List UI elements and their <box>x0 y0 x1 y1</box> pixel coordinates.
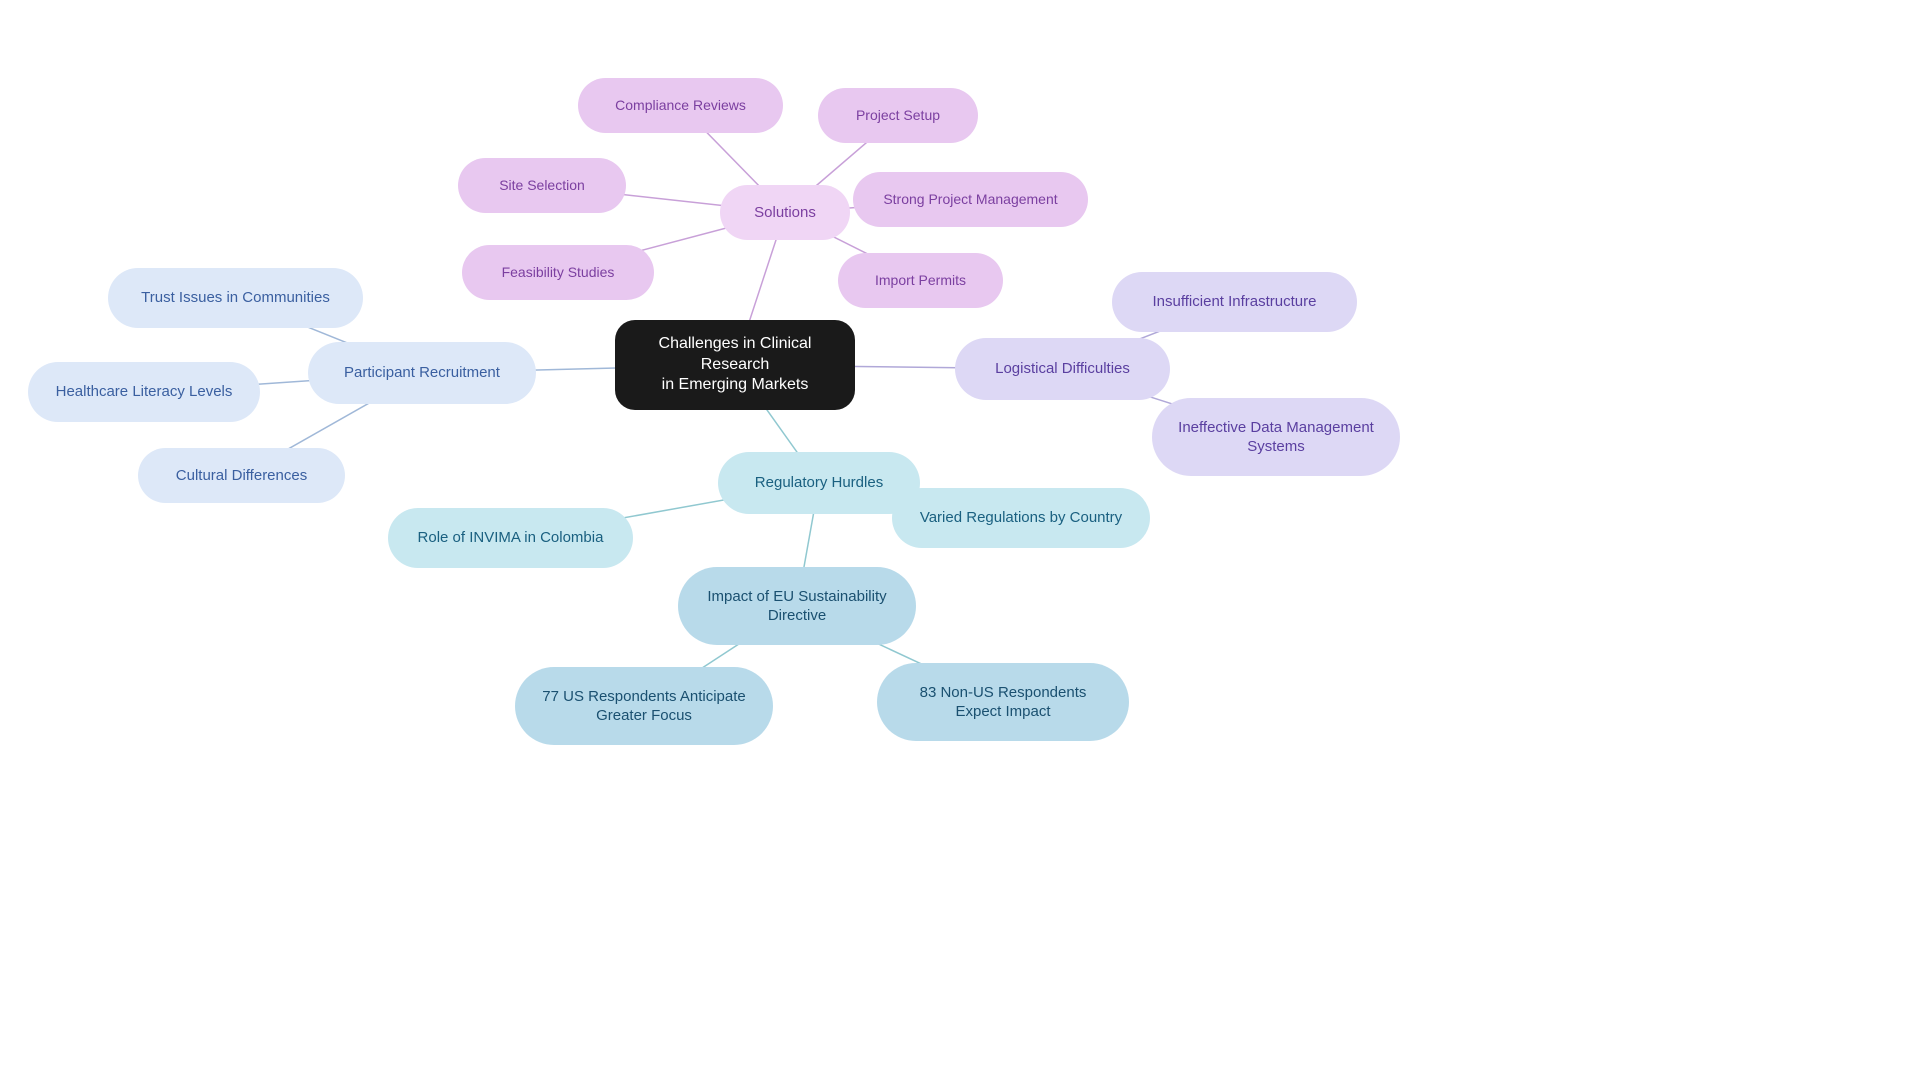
logistical-difficulties-node: Logistical Difficulties <box>955 338 1170 400</box>
regulatory-hurdles-node: Regulatory Hurdles <box>718 452 920 514</box>
insufficient-infra-node: Insufficient Infrastructure <box>1112 272 1357 332</box>
ineffective-data-label: Ineffective Data Management Systems <box>1178 418 1374 457</box>
healthcare-literacy-label: Healthcare Literacy Levels <box>56 382 233 402</box>
healthcare-literacy-node: Healthcare Literacy Levels <box>28 362 260 422</box>
varied-regulations-label: Varied Regulations by Country <box>920 508 1122 528</box>
varied-regulations-node: Varied Regulations by Country <box>892 488 1150 548</box>
project-setup-node: Project Setup <box>818 88 978 143</box>
center-label: Challenges in Clinical Research in Emerg… <box>635 334 835 396</box>
import-permits-label: Import Permits <box>875 271 966 289</box>
solutions-label: Solutions <box>754 203 816 223</box>
strong-project-label: Strong Project Management <box>883 190 1057 208</box>
solutions-node: Solutions <box>720 185 850 240</box>
trust-issues-node: Trust Issues in Communities <box>108 268 363 328</box>
regulatory-hurdles-label: Regulatory Hurdles <box>755 473 883 493</box>
center-node: Challenges in Clinical Research in Emerg… <box>615 320 855 410</box>
non-us83-node: 83 Non-US Respondents Expect Impact <box>877 663 1129 741</box>
ineffective-data-node: Ineffective Data Management Systems <box>1152 398 1400 476</box>
insufficient-infra-label: Insufficient Infrastructure <box>1153 292 1317 312</box>
cultural-differences-label: Cultural Differences <box>176 466 307 486</box>
us77-label: 77 US Respondents Anticipate Greater Foc… <box>542 687 745 726</box>
project-setup-label: Project Setup <box>856 106 940 124</box>
us77-node: 77 US Respondents Anticipate Greater Foc… <box>515 667 773 745</box>
cultural-differences-node: Cultural Differences <box>138 448 345 503</box>
site-selection-node: Site Selection <box>458 158 626 213</box>
impact-eu-label: Impact of EU Sustainability Directive <box>707 587 886 626</box>
compliance-node: Compliance Reviews <box>578 78 783 133</box>
role-invima-label: Role of INVIMA in Colombia <box>418 528 604 548</box>
feasibility-node: Feasibility Studies <box>462 245 654 300</box>
participant-recruitment-label: Participant Recruitment <box>344 363 500 383</box>
trust-issues-label: Trust Issues in Communities <box>141 288 330 308</box>
import-permits-node: Import Permits <box>838 253 1003 308</box>
logistical-difficulties-label: Logistical Difficulties <box>995 359 1130 379</box>
feasibility-label: Feasibility Studies <box>502 263 615 281</box>
role-invima-node: Role of INVIMA in Colombia <box>388 508 633 568</box>
impact-eu-node: Impact of EU Sustainability Directive <box>678 567 916 645</box>
strong-project-node: Strong Project Management <box>853 172 1088 227</box>
compliance-label: Compliance Reviews <box>615 96 746 114</box>
participant-recruitment-node: Participant Recruitment <box>308 342 536 404</box>
site-selection-label: Site Selection <box>499 176 585 194</box>
non-us83-label: 83 Non-US Respondents Expect Impact <box>920 683 1087 722</box>
